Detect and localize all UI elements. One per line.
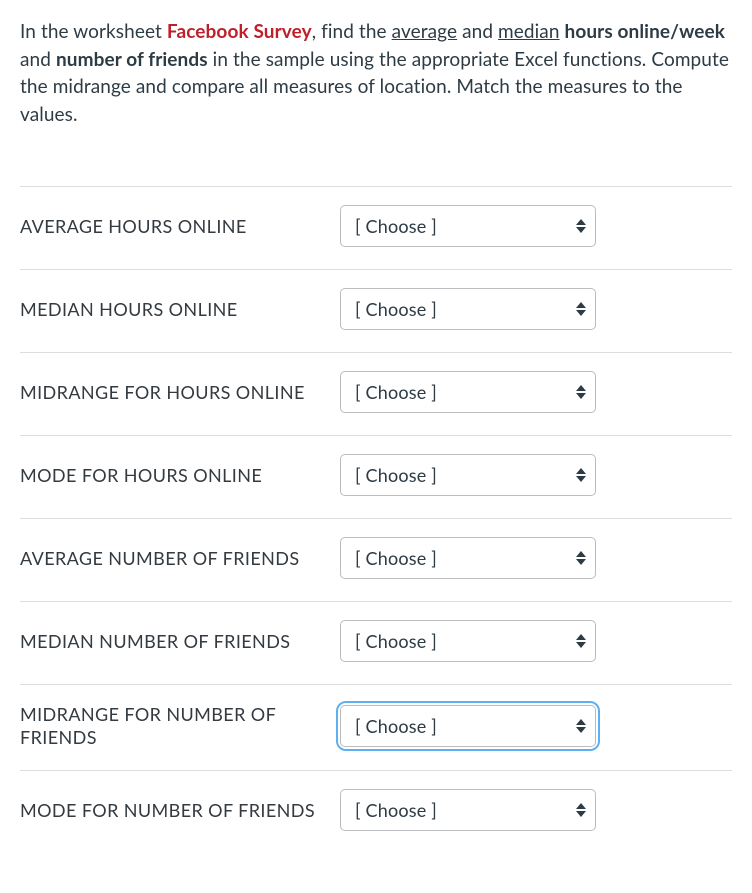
match-label: AVERAGE NUMBER OF FRIENDS bbox=[20, 547, 330, 570]
worksheet-name: Facebook Survey bbox=[167, 20, 312, 43]
match-row: AVERAGE HOURS ONLINE [ Choose ] bbox=[20, 186, 732, 269]
match-label: MODE FOR NUMBER OF FRIENDS bbox=[20, 799, 330, 822]
answer-select[interactable]: [ Choose ] bbox=[340, 454, 596, 496]
match-label: MIDRANGE FOR NUMBER OF FRIENDS bbox=[20, 703, 330, 748]
match-label: MEDIAN HOURS ONLINE bbox=[20, 298, 330, 321]
answer-select[interactable]: [ Choose ] bbox=[340, 288, 596, 330]
select-placeholder: [ Choose ] bbox=[355, 547, 437, 569]
answer-select[interactable]: [ Choose ] bbox=[340, 705, 596, 747]
match-label: MIDRANGE FOR HOURS ONLINE bbox=[20, 381, 330, 404]
select-placeholder: [ Choose ] bbox=[355, 799, 437, 821]
select-placeholder: [ Choose ] bbox=[355, 215, 437, 237]
match-label: MEDIAN NUMBER OF FRIENDS bbox=[20, 630, 330, 653]
select-placeholder: [ Choose ] bbox=[355, 630, 437, 652]
match-row: MIDRANGE FOR HOURS ONLINE [ Choose ] bbox=[20, 352, 732, 435]
answer-select[interactable]: [ Choose ] bbox=[340, 371, 596, 413]
match-row: MEDIAN NUMBER OF FRIENDS [ Choose ] bbox=[20, 601, 732, 684]
answer-select[interactable]: [ Choose ] bbox=[340, 537, 596, 579]
answer-select[interactable]: [ Choose ] bbox=[340, 620, 596, 662]
match-row: MEDIAN HOURS ONLINE [ Choose ] bbox=[20, 269, 732, 352]
match-row: MIDRANGE FOR NUMBER OF FRIENDS [ Choose … bbox=[20, 684, 732, 770]
match-row: MODE FOR HOURS ONLINE [ Choose ] bbox=[20, 435, 732, 518]
match-row: AVERAGE NUMBER OF FRIENDS [ Choose ] bbox=[20, 518, 732, 601]
answer-select[interactable]: [ Choose ] bbox=[340, 789, 596, 831]
select-placeholder: [ Choose ] bbox=[355, 464, 437, 486]
match-row: MODE FOR NUMBER OF FRIENDS [ Choose ] bbox=[20, 770, 732, 853]
match-label: AVERAGE HOURS ONLINE bbox=[20, 215, 330, 238]
select-placeholder: [ Choose ] bbox=[355, 381, 437, 403]
select-placeholder: [ Choose ] bbox=[355, 715, 437, 737]
match-label: MODE FOR HOURS ONLINE bbox=[20, 464, 330, 487]
select-placeholder: [ Choose ] bbox=[355, 298, 437, 320]
question-text: In the worksheet Facebook Survey, find t… bbox=[20, 18, 732, 128]
answer-select[interactable]: [ Choose ] bbox=[340, 205, 596, 247]
